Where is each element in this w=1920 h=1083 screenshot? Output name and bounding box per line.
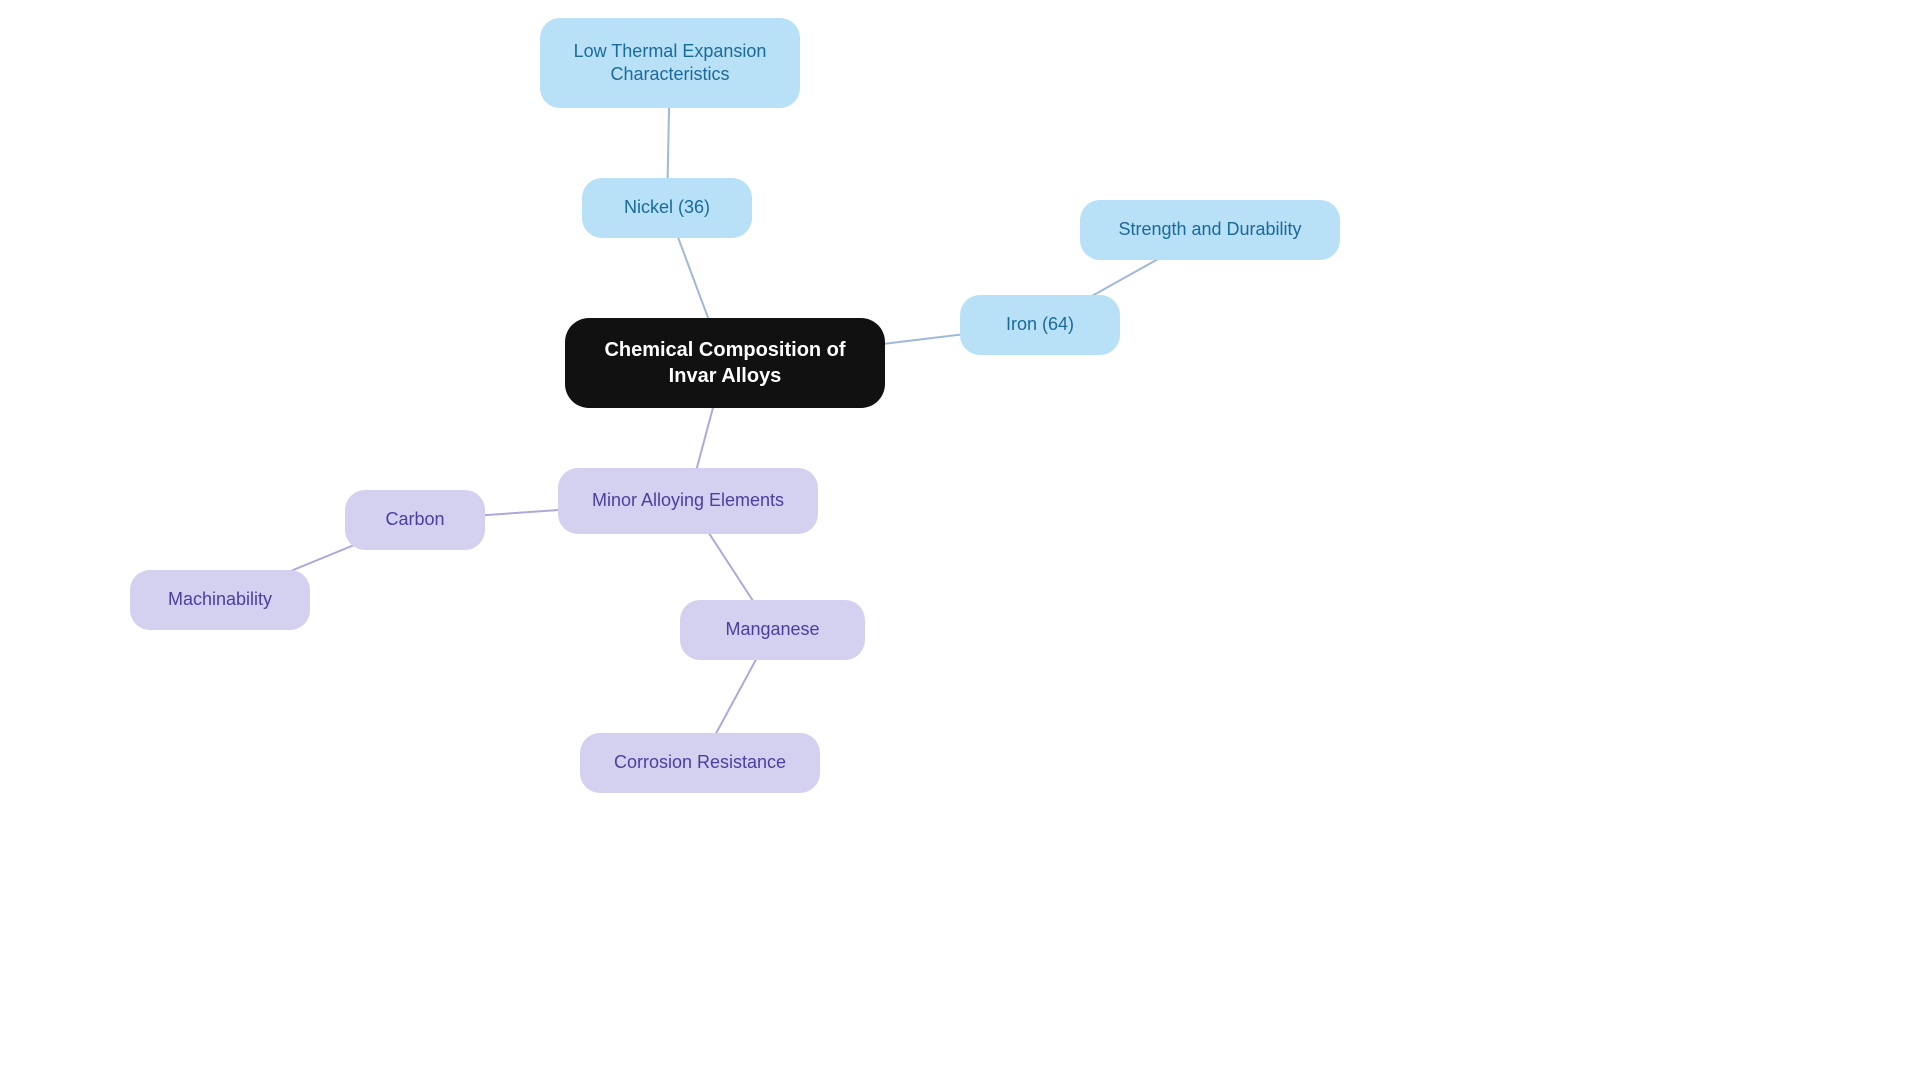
low-thermal-label: Low Thermal Expansion Characteristics — [564, 40, 776, 87]
iron-label: Iron (64) — [1006, 313, 1074, 336]
manganese-label: Manganese — [725, 618, 819, 641]
center-node: Chemical Composition of Invar Alloys — [565, 318, 885, 408]
iron-node: Iron (64) — [960, 295, 1120, 355]
machinability-label: Machinability — [168, 588, 272, 611]
corrosion-label: Corrosion Resistance — [614, 751, 786, 774]
machinability-node: Machinability — [130, 570, 310, 630]
center-label: Chemical Composition of Invar Alloys — [589, 337, 861, 389]
carbon-node: Carbon — [345, 490, 485, 550]
carbon-label: Carbon — [385, 508, 444, 531]
manganese-node: Manganese — [680, 600, 865, 660]
nickel-label: Nickel (36) — [624, 196, 710, 219]
minor-alloying-node: Minor Alloying Elements — [558, 468, 818, 534]
strength-label: Strength and Durability — [1118, 218, 1301, 241]
minor-alloying-label: Minor Alloying Elements — [592, 489, 784, 512]
nickel-node: Nickel (36) — [582, 178, 752, 238]
corrosion-node: Corrosion Resistance — [580, 733, 820, 793]
strength-node: Strength and Durability — [1080, 200, 1340, 260]
low-thermal-node: Low Thermal Expansion Characteristics — [540, 18, 800, 108]
